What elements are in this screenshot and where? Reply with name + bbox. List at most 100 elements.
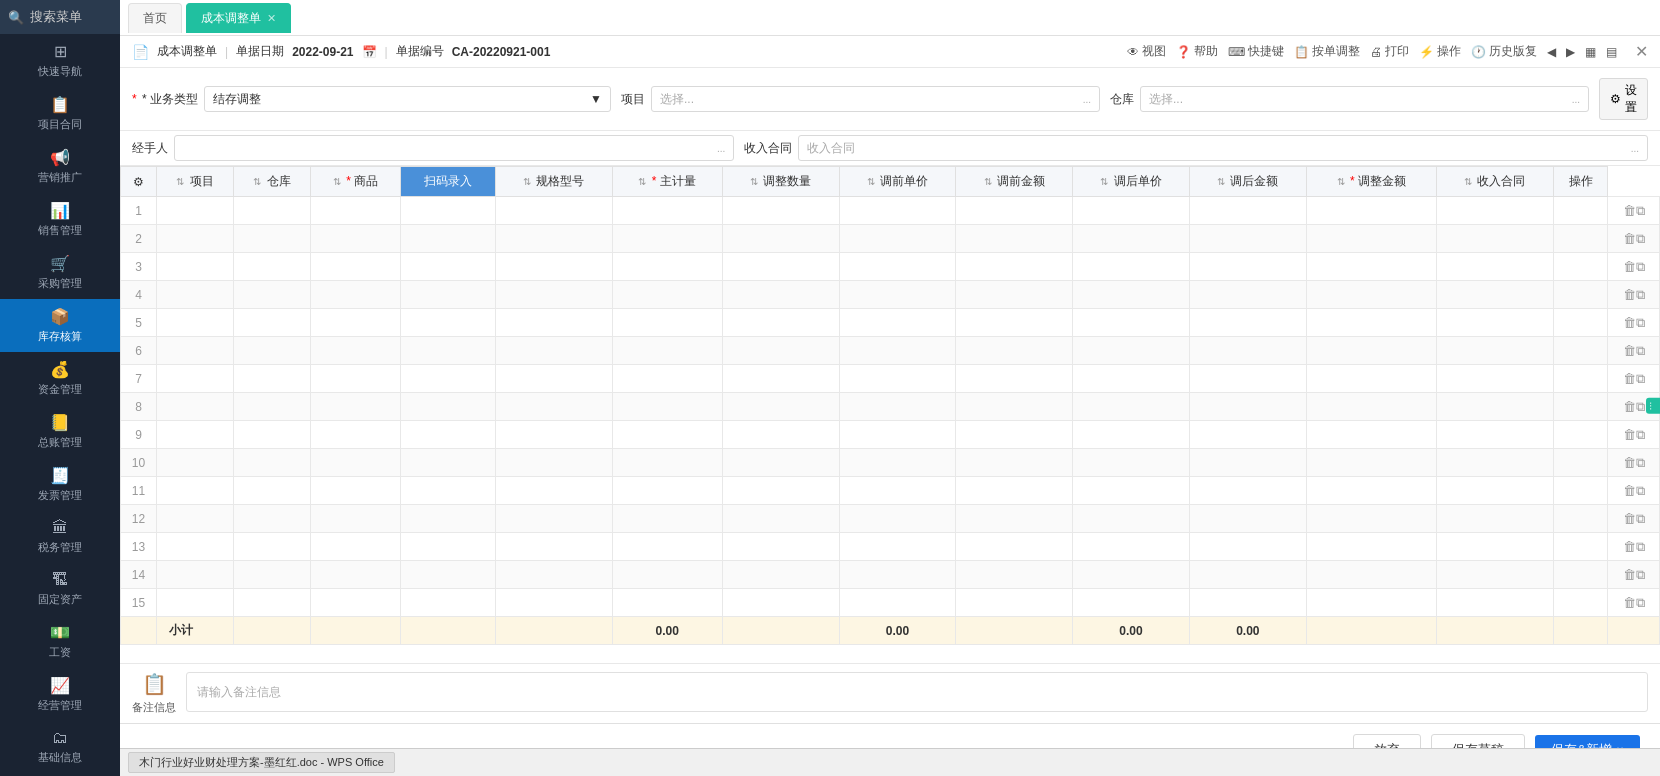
table-cell[interactable] [1553, 337, 1608, 365]
sidebar-item-base-info[interactable]: 🗂 基础信息 [0, 721, 120, 773]
table-cell[interactable] [1189, 449, 1306, 477]
table-cell[interactable] [612, 281, 722, 309]
copy-row-icon[interactable]: ⧉ [1636, 539, 1645, 554]
income-contract-input[interactable]: 收入合同 ... [798, 135, 1648, 161]
table-cell[interactable] [1073, 505, 1190, 533]
sidebar-item-payroll[interactable]: 💵 工资 [0, 615, 120, 668]
table-cell[interactable] [495, 477, 612, 505]
table-cell[interactable] [233, 533, 310, 561]
table-cell[interactable] [1553, 393, 1608, 421]
table-cell[interactable] [233, 561, 310, 589]
table-cell[interactable] [612, 393, 722, 421]
table-cell[interactable] [722, 533, 839, 561]
delete-row-icon[interactable]: 🗑 [1623, 371, 1636, 386]
copy-row-icon[interactable]: ⧉ [1636, 231, 1645, 246]
table-cell[interactable] [612, 589, 722, 617]
table-cell[interactable] [495, 533, 612, 561]
handler-dots[interactable]: ... [717, 143, 725, 154]
copy-row-icon[interactable]: ⧉ [1636, 203, 1645, 218]
sidebar-item-invoice[interactable]: 🧾 发票管理 [0, 458, 120, 511]
table-cell[interactable] [612, 561, 722, 589]
table-cell[interactable] [1073, 421, 1190, 449]
table-cell[interactable] [401, 533, 496, 561]
table-cell[interactable] [495, 365, 612, 393]
sidebar-item-fixed-assets[interactable]: 🏗 固定资产 [0, 563, 120, 615]
table-cell[interactable] [1306, 197, 1436, 225]
table-cell[interactable] [722, 309, 839, 337]
table-cell[interactable] [233, 197, 310, 225]
delete-row-icon[interactable]: 🗑 [1623, 287, 1636, 302]
sort-icon[interactable]: ⇅ [253, 176, 261, 187]
table-cell[interactable] [612, 225, 722, 253]
table-cell[interactable] [612, 421, 722, 449]
copy-row-icon[interactable]: ⧉ [1636, 399, 1645, 414]
sort-icon[interactable]: ⇅ [1337, 176, 1345, 187]
table-cell[interactable] [233, 505, 310, 533]
table-cell[interactable] [1436, 561, 1553, 589]
copy-row-icon[interactable]: ⧉ [1636, 567, 1645, 582]
table-cell[interactable] [956, 505, 1073, 533]
table-cell[interactable] [495, 561, 612, 589]
table-cell[interactable] [310, 477, 400, 505]
table-cell[interactable] [612, 309, 722, 337]
warehouse-dots[interactable]: ... [1572, 94, 1580, 105]
table-cell[interactable] [722, 197, 839, 225]
table-cell[interactable] [233, 477, 310, 505]
table-cell[interactable] [956, 589, 1073, 617]
sidebar-item-ledger[interactable]: 📒 总账管理 [0, 405, 120, 458]
table-cell[interactable] [1306, 477, 1436, 505]
table-cell[interactable] [310, 505, 400, 533]
sort-icon[interactable]: ⇅ [333, 176, 341, 187]
table-cell[interactable] [310, 337, 400, 365]
table-cell[interactable] [310, 421, 400, 449]
delete-row-icon[interactable]: 🗑 [1623, 315, 1636, 330]
table-cell[interactable] [495, 309, 612, 337]
copy-row-icon[interactable]: ⧉ [1636, 511, 1645, 526]
table-cell[interactable] [495, 505, 612, 533]
copy-row-icon[interactable]: ⧉ [1636, 259, 1645, 274]
table-cell[interactable] [1553, 505, 1608, 533]
table-cell[interactable] [722, 589, 839, 617]
table-cell[interactable] [233, 337, 310, 365]
table-cell[interactable] [233, 421, 310, 449]
table-cell[interactable] [401, 365, 496, 393]
table-cell[interactable] [310, 561, 400, 589]
col-header-settings[interactable]: ⚙ [121, 167, 157, 197]
table-cell[interactable] [401, 309, 496, 337]
delete-row-icon[interactable]: 🗑 [1623, 343, 1636, 358]
copy-row-icon[interactable]: ⧉ [1636, 455, 1645, 470]
table-cell[interactable] [612, 365, 722, 393]
table-cell[interactable] [839, 365, 956, 393]
view-grid1-btn[interactable]: ▦ [1585, 45, 1596, 59]
table-cell[interactable] [1553, 421, 1608, 449]
table-cell[interactable] [1306, 337, 1436, 365]
table-cell[interactable] [310, 393, 400, 421]
tab-close-icon[interactable]: ✕ [267, 12, 276, 25]
sort-icon[interactable]: ⇅ [1464, 176, 1472, 187]
table-cell[interactable] [1553, 281, 1608, 309]
table-cell[interactable] [839, 309, 956, 337]
table-cell[interactable] [1553, 309, 1608, 337]
sidebar-item-sales-mgmt[interactable]: 📊 销售管理 [0, 193, 120, 246]
table-cell[interactable] [1189, 365, 1306, 393]
table-cell[interactable] [956, 197, 1073, 225]
table-cell[interactable] [495, 421, 612, 449]
table-cell[interactable] [401, 337, 496, 365]
table-cell[interactable] [839, 421, 956, 449]
table-cell[interactable] [956, 281, 1073, 309]
table-cell[interactable] [495, 393, 612, 421]
sidebar-item-fund[interactable]: 💰 资金管理 [0, 352, 120, 405]
table-cell[interactable] [1436, 477, 1553, 505]
table-cell[interactable] [722, 421, 839, 449]
table-cell[interactable] [1553, 477, 1608, 505]
table-cell[interactable] [233, 225, 310, 253]
table-cell[interactable] [722, 505, 839, 533]
delete-row-icon[interactable]: 🗑 [1623, 399, 1636, 414]
table-cell[interactable] [1553, 533, 1608, 561]
table-cell[interactable] [495, 197, 612, 225]
table-cell[interactable] [612, 337, 722, 365]
table-cell[interactable] [310, 225, 400, 253]
table-cell[interactable] [1073, 197, 1190, 225]
table-cell[interactable] [233, 589, 310, 617]
table-cell[interactable] [722, 449, 839, 477]
